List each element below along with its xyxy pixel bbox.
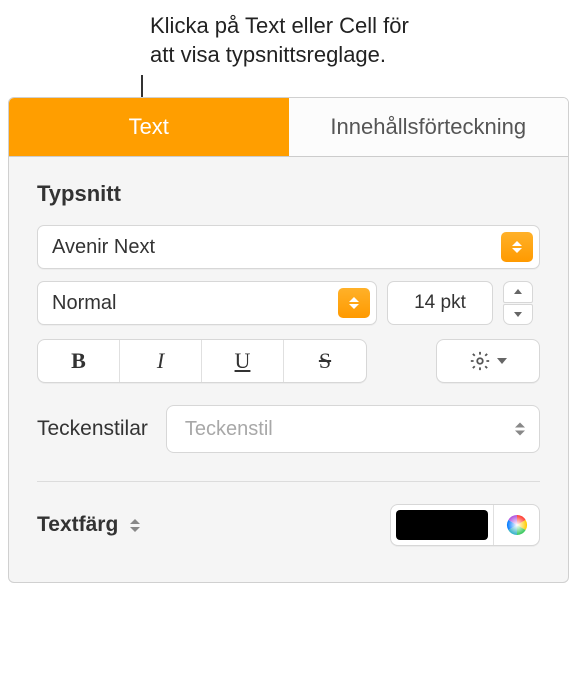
updown-caret-icon bbox=[515, 423, 525, 436]
font-size-up-button[interactable] bbox=[503, 281, 533, 303]
underline-button[interactable]: U bbox=[202, 340, 284, 382]
font-style-dropdown[interactable]: Normal bbox=[37, 281, 377, 325]
text-color-label: Textfärg bbox=[37, 513, 118, 537]
dropdown-caret-icon bbox=[501, 232, 533, 262]
color-wheel-icon bbox=[505, 513, 529, 537]
font-family-dropdown[interactable]: Avenir Next bbox=[37, 225, 540, 269]
strikethrough-button[interactable]: S bbox=[284, 340, 366, 382]
text-style-segmented: B I U S bbox=[37, 339, 367, 383]
font-size-stepper bbox=[503, 281, 533, 325]
font-family-value: Avenir Next bbox=[52, 236, 155, 259]
format-inspector-panel: Text Innehållsförteckning Typsnitt Aveni… bbox=[8, 97, 569, 583]
callout-annotation: Klicka på Text eller Cell för att visa t… bbox=[150, 12, 530, 69]
annotation-line1: Klicka på Text eller Cell för bbox=[150, 12, 530, 41]
bold-button[interactable]: B bbox=[38, 340, 120, 382]
font-size-down-button[interactable] bbox=[503, 304, 533, 326]
color-picker-button[interactable] bbox=[493, 505, 539, 545]
tab-table-of-contents[interactable]: Innehållsförteckning bbox=[289, 98, 569, 156]
character-style-dropdown[interactable]: Teckenstil bbox=[166, 405, 540, 453]
character-styles-label: Teckenstilar bbox=[37, 417, 148, 441]
font-size-value: 14 pkt bbox=[414, 292, 466, 314]
annotation-line2: att visa typsnittsreglage. bbox=[150, 41, 530, 70]
character-style-placeholder: Teckenstil bbox=[185, 418, 273, 441]
gear-icon bbox=[469, 350, 491, 372]
color-swatch-button[interactable] bbox=[396, 510, 488, 540]
font-style-value: Normal bbox=[52, 292, 116, 315]
italic-button[interactable]: I bbox=[120, 340, 202, 382]
font-style-size-row: Normal 14 pkt bbox=[37, 281, 540, 325]
updown-caret-icon[interactable] bbox=[130, 519, 140, 532]
chevron-up-icon bbox=[514, 289, 522, 294]
section-divider bbox=[37, 481, 540, 482]
text-color-row: Textfärg bbox=[37, 504, 540, 546]
text-color-control bbox=[390, 504, 540, 546]
chevron-down-icon bbox=[497, 358, 507, 364]
tab-text[interactable]: Text bbox=[9, 98, 289, 156]
font-section: Typsnitt Avenir Next Normal 14 pkt bbox=[9, 157, 568, 582]
advanced-options-button[interactable] bbox=[436, 339, 540, 383]
font-section-title: Typsnitt bbox=[37, 181, 540, 207]
chevron-down-icon bbox=[514, 312, 522, 317]
text-style-row: B I U S bbox=[37, 339, 540, 383]
inspector-tabs: Text Innehållsförteckning bbox=[9, 98, 568, 157]
font-size-field[interactable]: 14 pkt bbox=[387, 281, 493, 325]
dropdown-caret-icon bbox=[338, 288, 370, 318]
character-styles-row: Teckenstilar Teckenstil bbox=[37, 405, 540, 453]
